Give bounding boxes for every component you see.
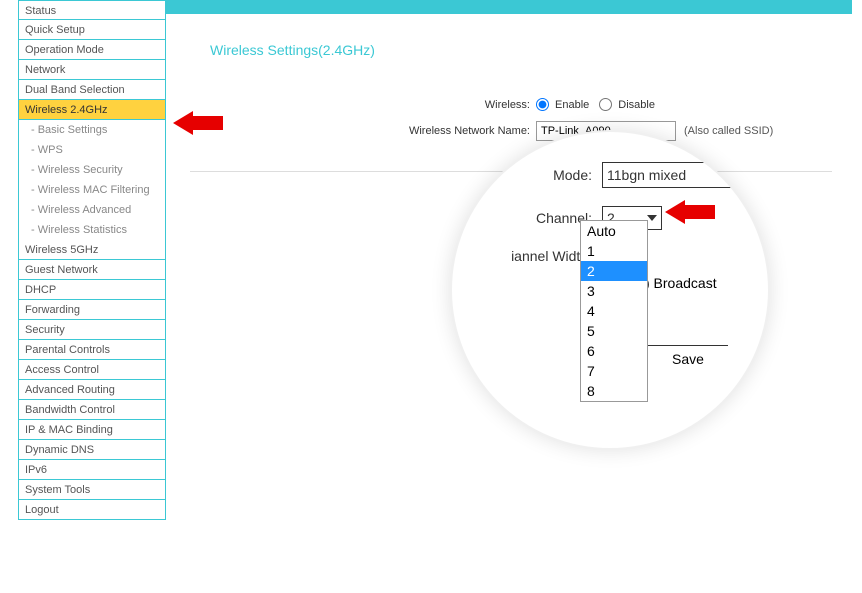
sidebar-subitem-mac-filtering[interactable]: - Wireless MAC Filtering bbox=[18, 180, 166, 200]
sidebar-item-label: Logout bbox=[25, 504, 59, 516]
sidebar-item-ip-mac-binding[interactable]: IP & MAC Binding bbox=[18, 420, 166, 440]
sidebar-item-dynamic-dns[interactable]: Dynamic DNS bbox=[18, 440, 166, 460]
dropdown-option-2[interactable]: 2 bbox=[581, 261, 647, 281]
sidebar-item-parental-controls[interactable]: Parental Controls bbox=[18, 340, 166, 360]
arrow-body bbox=[685, 205, 715, 219]
sidebar-item-label: Forwarding bbox=[25, 304, 80, 316]
sidebar-subitem-label: - Wireless MAC Filtering bbox=[31, 184, 150, 196]
mode-value: 11bgn mixed bbox=[607, 167, 686, 183]
arrow-body bbox=[193, 116, 223, 130]
wireless-enable-radio[interactable] bbox=[536, 98, 549, 111]
ssid-hint: (Also called SSID) bbox=[684, 125, 773, 137]
arrow-left-icon bbox=[665, 200, 685, 224]
sidebar-subitem-wireless-advanced[interactable]: - Wireless Advanced bbox=[18, 200, 166, 220]
sidebar-item-label: Operation Mode bbox=[25, 44, 104, 56]
sidebar-item-label: Wireless 5GHz bbox=[25, 244, 98, 256]
sidebar: Status Quick Setup Operation Mode Networ… bbox=[18, 0, 166, 520]
sidebar-item-label: Quick Setup bbox=[25, 24, 85, 36]
sidebar-subitem-label: - WPS bbox=[31, 144, 63, 156]
wireless-disable-radio[interactable] bbox=[599, 98, 612, 111]
sidebar-item-bandwidth-control[interactable]: Bandwidth Control bbox=[18, 400, 166, 420]
channel-label: Channel: bbox=[472, 210, 592, 226]
sidebar-item-label: System Tools bbox=[25, 484, 90, 496]
sidebar-item-dual-band[interactable]: Dual Band Selection bbox=[18, 80, 166, 100]
dropdown-option-auto[interactable]: Auto bbox=[581, 221, 647, 241]
sidebar-item-system-tools[interactable]: System Tools bbox=[18, 480, 166, 500]
sidebar-subitem-label: - Wireless Statistics bbox=[31, 224, 127, 236]
arrow-left-icon bbox=[173, 111, 193, 135]
channel-dropdown-list: Auto 1 2 3 4 5 6 7 8 bbox=[580, 220, 648, 402]
sidebar-item-label: Access Control bbox=[25, 364, 99, 376]
sidebar-subitem-wps[interactable]: - WPS bbox=[18, 140, 166, 160]
sidebar-subitem-wireless-statistics[interactable]: - Wireless Statistics bbox=[18, 220, 166, 240]
wireless-radio-group: Enable Disable bbox=[536, 98, 655, 111]
sidebar-item-label: Wireless 2.4GHz bbox=[25, 104, 108, 116]
save-button-label: Save bbox=[672, 351, 704, 367]
sidebar-item-forwarding[interactable]: Forwarding bbox=[18, 300, 166, 320]
dropdown-option-3[interactable]: 3 bbox=[581, 281, 647, 301]
content-area: Wireless Settings(2.4GHz) Wireless: Enab… bbox=[180, 14, 852, 172]
sidebar-item-quick-setup[interactable]: Quick Setup bbox=[18, 20, 166, 40]
sidebar-item-label: Advanced Routing bbox=[25, 384, 115, 396]
mode-select[interactable]: 11bgn mixed bbox=[602, 162, 732, 188]
broadcast-label: ) Broadcast bbox=[645, 275, 717, 291]
wireless-label: Wireless: bbox=[180, 99, 530, 111]
sidebar-item-label: Parental Controls bbox=[25, 344, 110, 356]
sidebar-item-label: Bandwidth Control bbox=[25, 404, 115, 416]
sidebar-item-label: Dynamic DNS bbox=[25, 444, 94, 456]
annotation-arrow-channel bbox=[665, 200, 715, 224]
annotation-arrow-sidebar bbox=[173, 111, 223, 135]
sidebar-item-label: Security bbox=[25, 324, 65, 336]
sidebar-subitem-basic-settings[interactable]: - Basic Settings bbox=[18, 120, 166, 140]
dropdown-option-1[interactable]: 1 bbox=[581, 241, 647, 261]
sidebar-item-label: Network bbox=[25, 64, 65, 76]
enable-label: Enable bbox=[555, 99, 589, 111]
sidebar-item-label: IPv6 bbox=[25, 464, 47, 476]
dropdown-option-7[interactable]: 7 bbox=[581, 361, 647, 381]
sidebar-item-wireless-24ghz[interactable]: Wireless 2.4GHz bbox=[18, 100, 166, 120]
channel-width-label: iannel Width: bbox=[472, 248, 592, 264]
sidebar-item-network[interactable]: Network bbox=[18, 60, 166, 80]
sidebar-item-operation-mode[interactable]: Operation Mode bbox=[18, 40, 166, 60]
sidebar-item-label: DHCP bbox=[25, 284, 56, 296]
sidebar-item-status[interactable]: Status bbox=[18, 0, 166, 20]
sidebar-item-label: Status bbox=[25, 5, 56, 17]
chevron-down-icon bbox=[647, 215, 657, 221]
sidebar-item-access-control[interactable]: Access Control bbox=[18, 360, 166, 380]
save-button[interactable]: Save bbox=[648, 345, 728, 371]
disable-label: Disable bbox=[618, 99, 655, 111]
sidebar-subitem-label: - Wireless Security bbox=[31, 164, 123, 176]
chevron-down-icon bbox=[717, 172, 727, 178]
sidebar-item-logout[interactable]: Logout bbox=[18, 500, 166, 520]
sidebar-item-label: Guest Network bbox=[25, 264, 98, 276]
sidebar-item-dhcp[interactable]: DHCP bbox=[18, 280, 166, 300]
sidebar-item-label: Dual Band Selection bbox=[25, 84, 125, 96]
sidebar-item-security[interactable]: Security bbox=[18, 320, 166, 340]
sidebar-subitem-label: - Basic Settings bbox=[31, 124, 107, 136]
sidebar-item-ipv6[interactable]: IPv6 bbox=[18, 460, 166, 480]
sidebar-subitem-label: - Wireless Advanced bbox=[31, 204, 131, 216]
dropdown-option-5[interactable]: 5 bbox=[581, 321, 647, 341]
sidebar-item-label: IP & MAC Binding bbox=[25, 424, 113, 436]
sidebar-item-wireless-5ghz[interactable]: Wireless 5GHz bbox=[18, 240, 166, 260]
sidebar-item-guest-network[interactable]: Guest Network bbox=[18, 260, 166, 280]
page-title: Wireless Settings(2.4GHz) bbox=[210, 42, 852, 58]
form-area: Wireless: Enable Disable Wireless Networ… bbox=[180, 98, 852, 141]
dropdown-option-6[interactable]: 6 bbox=[581, 341, 647, 361]
dropdown-option-8[interactable]: 8 bbox=[581, 381, 647, 401]
dropdown-option-4[interactable]: 4 bbox=[581, 301, 647, 321]
sidebar-subitem-wireless-security[interactable]: - Wireless Security bbox=[18, 160, 166, 180]
network-name-label: Wireless Network Name: bbox=[180, 125, 530, 137]
sidebar-item-advanced-routing[interactable]: Advanced Routing bbox=[18, 380, 166, 400]
